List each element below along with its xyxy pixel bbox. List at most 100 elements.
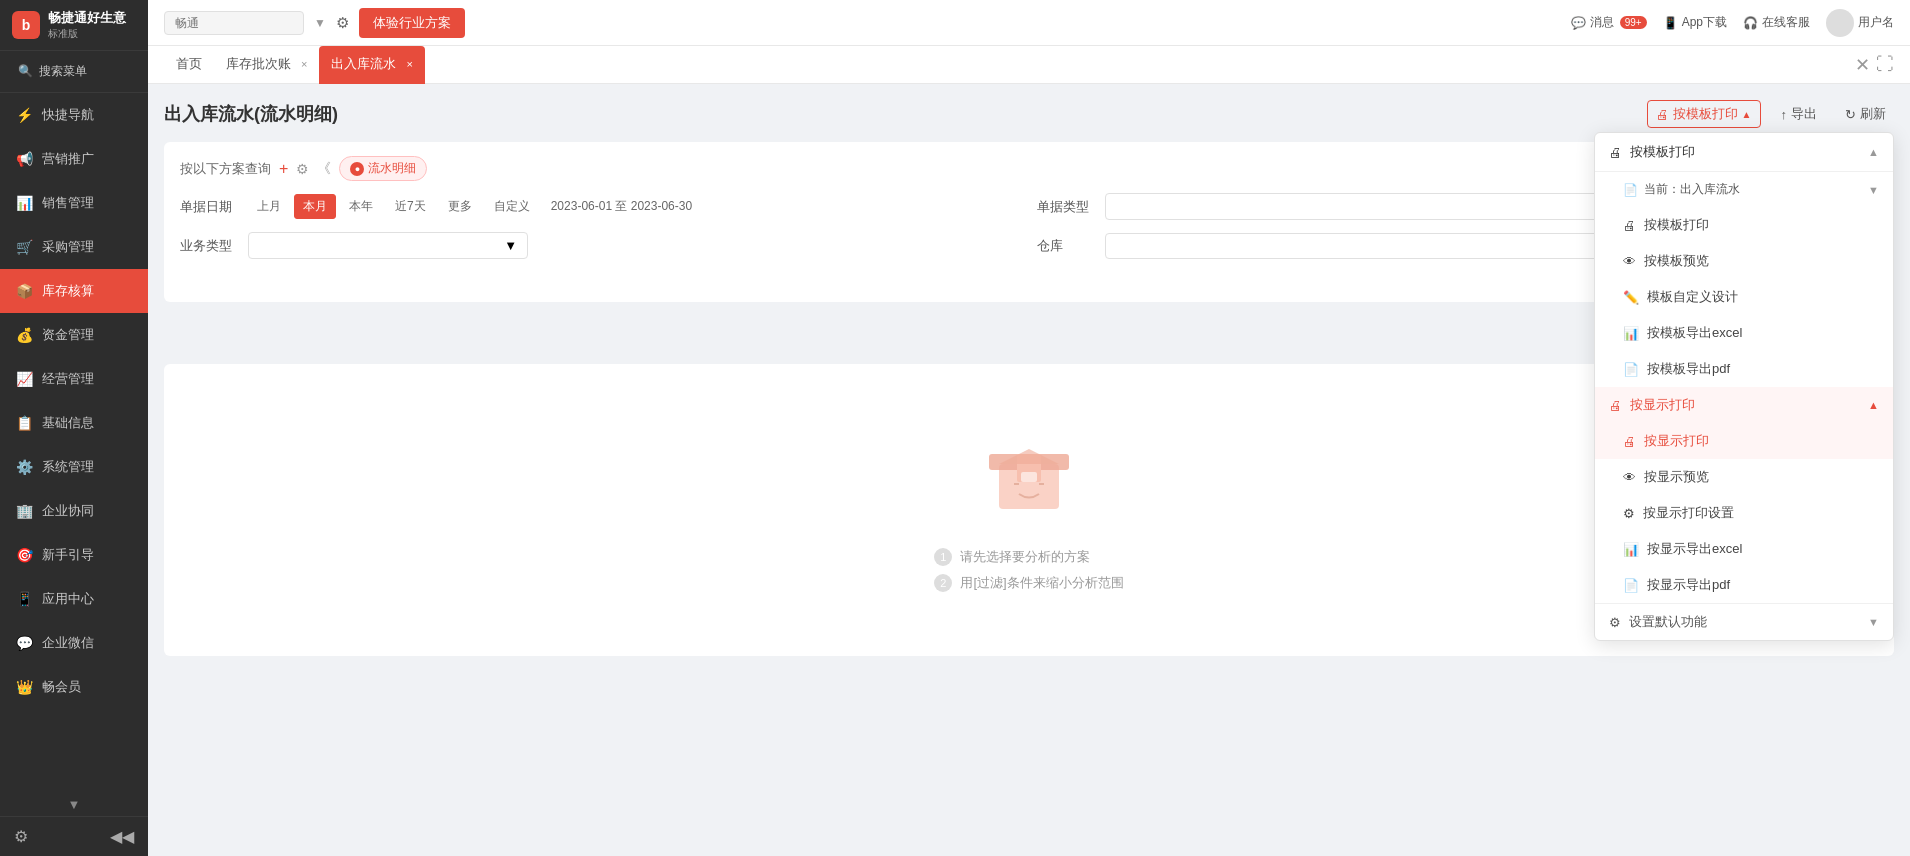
empty-illustration — [979, 424, 1079, 524]
collapse-sidebar-icon[interactable]: ◀◀ — [110, 827, 134, 846]
template-pdf-label: 按模板导出pdf — [1647, 360, 1730, 378]
display-settings-label: 按显示打印设置 — [1643, 504, 1734, 522]
sidebar-item-basic[interactable]: 📋 基础信息 — [0, 401, 148, 445]
trial-button[interactable]: 体验行业方案 — [359, 8, 465, 38]
default-label: 设置默认功能 — [1629, 613, 1707, 631]
sidebar-item-search[interactable]: 🔍 搜索菜单 — [10, 59, 138, 84]
date-tab-this-month[interactable]: 本月 — [294, 194, 336, 219]
sidebar-item-operation[interactable]: 📈 经营管理 — [0, 357, 148, 401]
date-tab-7days[interactable]: 近7天 — [386, 194, 435, 219]
warehouse-label: 仓库 — [1037, 237, 1097, 255]
template-design-item[interactable]: ✏️ 模板自定义设计 — [1595, 279, 1893, 315]
sidebar-item-app-center[interactable]: 📱 应用中心 — [0, 577, 148, 621]
sidebar-item-marketing[interactable]: 📢 营销推广 — [0, 137, 148, 181]
sidebar-item-quick-nav[interactable]: ⚡ 快捷导航 — [0, 93, 148, 137]
sidebar-item-inventory[interactable]: 📦 库存核算 — [0, 269, 148, 313]
settings-icon[interactable]: ⚙ — [14, 827, 28, 846]
sidebar-item-finance[interactable]: 💰 资金管理 — [0, 313, 148, 357]
topbar-gear-icon[interactable]: ⚙ — [336, 14, 349, 32]
message-badge: 99+ — [1620, 16, 1647, 29]
current-template-item[interactable]: 📄 当前：出入库流水 ▼ — [1595, 172, 1893, 207]
filter-settings-icon[interactable]: ⚙ — [296, 161, 309, 177]
template-print-item[interactable]: 🖨 按模板打印 — [1595, 207, 1893, 243]
page-title: 出入库流水(流水明细) — [164, 102, 338, 126]
filter-collapse-icon[interactable]: 《 — [317, 160, 331, 178]
sidebar-item-member[interactable]: 👑 畅会员 — [0, 665, 148, 709]
date-tab-this-year[interactable]: 本年 — [340, 194, 382, 219]
refresh-button[interactable]: ↻ 刷新 — [1837, 101, 1894, 127]
biz-type-chevron-icon: ▼ — [504, 238, 517, 253]
template-preview-label: 按模板预览 — [1644, 252, 1709, 270]
template-excel-item[interactable]: 📊 按模板导出excel — [1595, 315, 1893, 351]
display-excel-icon: 📊 — [1623, 542, 1639, 557]
print-template-button[interactable]: 🖨 按模板打印 ▲ — [1647, 100, 1761, 128]
filter-add-icon[interactable]: + — [279, 160, 288, 178]
set-default-item[interactable]: ⚙ 设置默认功能 ▼ — [1595, 603, 1893, 640]
topbar-search-input[interactable] — [164, 11, 304, 35]
tab-batch-account-label: 库存批次账 — [226, 55, 291, 73]
date-tab-more[interactable]: 更多 — [439, 194, 481, 219]
display-print-item[interactable]: 🖨 按显示打印 — [1595, 423, 1893, 459]
display-print-settings-item[interactable]: ⚙ 按显示打印设置 — [1595, 495, 1893, 531]
default-settings-icon: ⚙ — [1609, 615, 1621, 630]
dropdown-header-chevron[interactable]: ▲ — [1868, 146, 1879, 158]
sidebar-item-purchase[interactable]: 🛒 采购管理 — [0, 225, 148, 269]
tab-home-label: 首页 — [176, 55, 202, 73]
user-avatar-area[interactable]: 用户名 — [1826, 9, 1894, 37]
sidebar-item-wechat[interactable]: 💬 企业微信 — [0, 621, 148, 665]
display-print-header-icon: 🖨 — [1609, 398, 1622, 413]
sidebar-footer: ⚙ ◀◀ — [0, 816, 148, 856]
operation-icon: 📈 — [14, 369, 34, 389]
sidebar-item-system[interactable]: ⚙️ 系统管理 — [0, 445, 148, 489]
display-excel-item[interactable]: 📊 按显示导出excel — [1595, 531, 1893, 567]
app-download-icon: 📱 — [1663, 16, 1678, 30]
preview-item-icon: 👁 — [1623, 254, 1636, 269]
export-icon: ↑ — [1781, 107, 1788, 122]
display-preview-item[interactable]: 👁 按显示预览 — [1595, 459, 1893, 495]
current-chevron-icon[interactable]: ▼ — [1868, 184, 1879, 196]
tab-in-out-flow-close[interactable]: × — [406, 58, 412, 70]
display-print-section-header[interactable]: 🖨 按显示打印 ▲ — [1595, 387, 1893, 423]
display-section-chevron[interactable]: ▲ — [1868, 399, 1879, 411]
close-window-icon[interactable]: ✕ — [1855, 54, 1870, 76]
guide-icon: 🎯 — [14, 545, 34, 565]
footer-chevron-icon[interactable]: ▼ — [1868, 616, 1879, 628]
export-button[interactable]: ↑ 导出 — [1773, 101, 1826, 127]
maximize-icon[interactable]: ⛶ — [1876, 54, 1894, 75]
svg-rect-4 — [1021, 472, 1037, 482]
filter-label: 按以下方案查询 — [180, 160, 271, 178]
online-service-item[interactable]: 🎧 在线客服 — [1743, 14, 1810, 31]
message-item[interactable]: 💬 消息 99+ — [1571, 14, 1647, 31]
tab-batch-account[interactable]: 库存批次账 × — [214, 46, 319, 84]
template-pdf-item[interactable]: 📄 按模板导出pdf — [1595, 351, 1893, 387]
tabs-bar: 首页 库存批次账 × 出入库流水 × ✕ ⛶ — [148, 46, 1910, 84]
message-icon: 💬 — [1571, 16, 1586, 30]
message-label: 消息 — [1590, 14, 1614, 31]
display-pdf-item[interactable]: 📄 按显示导出pdf — [1595, 567, 1893, 603]
tab-home[interactable]: 首页 — [164, 46, 214, 84]
system-icon: ⚙️ — [14, 457, 34, 477]
sidebar-scroll-down[interactable]: ▼ — [0, 793, 148, 816]
print-template-label: 按模板打印 — [1673, 105, 1738, 123]
sidebar-item-enterprise[interactable]: 🏢 企业协同 — [0, 489, 148, 533]
basic-label: 基础信息 — [42, 414, 94, 432]
topbar-dropdown-arrow[interactable]: ▼ — [314, 16, 326, 30]
tab-in-out-flow[interactable]: 出入库流水 × — [319, 46, 424, 84]
sidebar-item-sales[interactable]: 📊 销售管理 — [0, 181, 148, 225]
online-service-label: 在线客服 — [1762, 14, 1810, 31]
template-design-label: 模板自定义设计 — [1647, 288, 1738, 306]
display-print-label: 按显示打印 — [1644, 432, 1709, 450]
guide-label: 新手引导 — [42, 546, 94, 564]
sidebar-item-guide[interactable]: 🎯 新手引导 — [0, 533, 148, 577]
filter-tag-label: 流水明细 — [368, 160, 416, 177]
biz-type-select[interactable]: ▼ — [248, 232, 528, 259]
tab-batch-account-close[interactable]: × — [301, 58, 307, 70]
date-tab-custom[interactable]: 自定义 — [485, 194, 539, 219]
date-tabs: 上月 本月 本年 近7天 更多 自定义 — [248, 194, 539, 219]
current-template-label: 当前：出入库流水 — [1644, 181, 1740, 198]
app-download-item[interactable]: 📱 App下载 — [1663, 14, 1727, 31]
date-tab-last-month[interactable]: 上月 — [248, 194, 290, 219]
printer-icon: 🖨 — [1656, 107, 1669, 122]
filter-tag[interactable]: ● 流水明细 — [339, 156, 427, 181]
template-preview-item[interactable]: 👁 按模板预览 — [1595, 243, 1893, 279]
